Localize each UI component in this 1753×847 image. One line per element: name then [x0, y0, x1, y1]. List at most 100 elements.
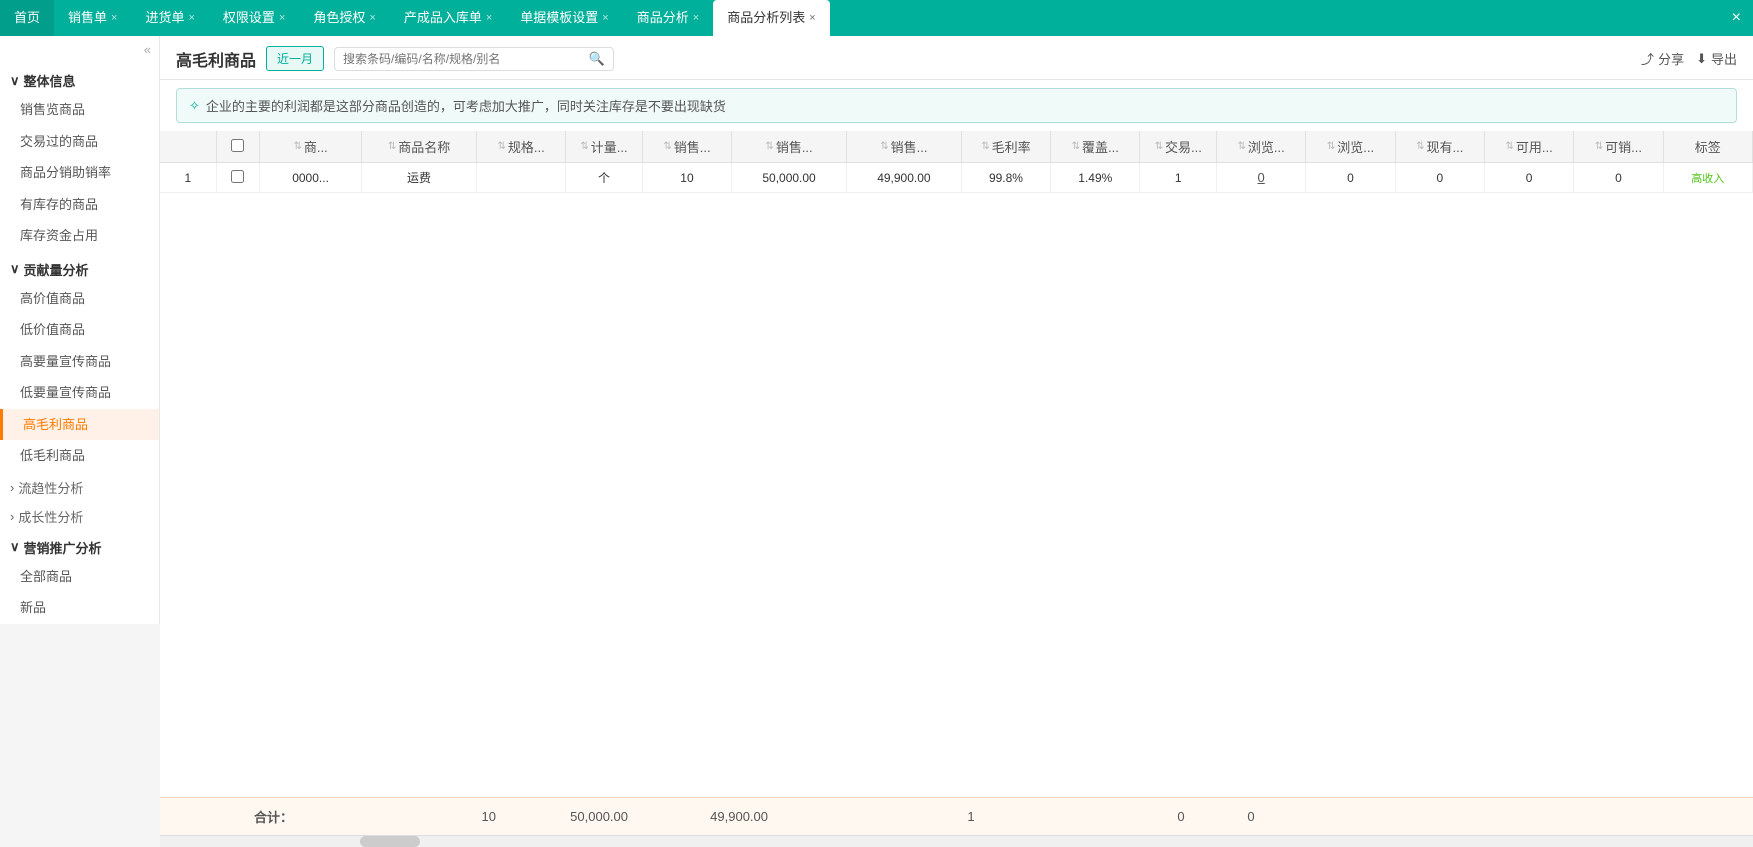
th-sort-icon: ⇅: [293, 141, 301, 152]
sidebar-item-high-margin[interactable]: 高毛利商品: [0, 409, 159, 441]
nav-purchase-order[interactable]: 进货单 ×: [131, 0, 208, 36]
close-purchase-order-icon[interactable]: ×: [188, 0, 194, 36]
chevron-down-icon-2: ∨: [10, 261, 20, 277]
table-footer: 合计： 10 50,000.00 49,900.00 1 0 0: [160, 797, 1753, 835]
th-current-sort-icon: ⇅: [1416, 141, 1424, 152]
sidebar-item-all-goods[interactable]: 全部商品: [0, 561, 159, 593]
nav-finished-goods[interactable]: 产成品入库单 ×: [390, 0, 506, 36]
th-name-sort-icon: ⇅: [388, 141, 396, 152]
nav-analysis-list[interactable]: 商品分析列表 ×: [713, 0, 829, 36]
cell-browse2: 0: [1306, 163, 1395, 193]
th-spec[interactable]: ⇅ 规格...: [476, 131, 565, 163]
cell-coverage: 1.49%: [1051, 163, 1140, 193]
search-input[interactable]: [343, 52, 589, 66]
nav-template-settings[interactable]: 单据模板设置 ×: [506, 0, 622, 36]
cell-checkbox[interactable]: [216, 163, 259, 193]
footer-qty: 10: [396, 809, 496, 824]
chevron-right-icon: ›: [10, 480, 14, 495]
sidebar-item-low-margin[interactable]: 低毛利商品: [0, 440, 159, 472]
search-icon[interactable]: 🔍: [589, 51, 605, 67]
share-button[interactable]: ⤴ 分享: [1641, 49, 1684, 68]
sidebar-group-growth[interactable]: › 成长性分析: [0, 501, 159, 530]
browse1-link[interactable]: 0: [1258, 170, 1265, 185]
th-browse2-sort-icon: ⇅: [1327, 141, 1335, 152]
sidebar-wrapper: « ∨ 整体信息 销售览商品 交易过的商品 商品分销助销率 有库存的商品 库存资…: [0, 36, 160, 847]
th-browse1[interactable]: ⇅ 浏览...: [1217, 131, 1306, 163]
export-button[interactable]: ⬇ 导出: [1696, 49, 1737, 68]
th-available[interactable]: ⇅ 可用...: [1484, 131, 1573, 163]
sidebar-item-sales-assist[interactable]: 商品分销助销率: [0, 157, 159, 189]
cell-tag: 高收入: [1663, 163, 1752, 193]
table-container[interactable]: ⇅ 商... ⇅ 商品名称 ⇅: [160, 131, 1753, 797]
th-index: [160, 131, 216, 163]
close-template-icon[interactable]: ×: [602, 0, 608, 36]
footer-current: 0: [1146, 809, 1216, 824]
cell-saleable: 0: [1574, 163, 1663, 193]
sidebar-item-inventory-funds[interactable]: 库存资金占用: [0, 220, 159, 252]
top-nav: 首页 销售单 × 进货单 × 权限设置 × 角色授权 × 产成品入库单 × 单据…: [0, 0, 1753, 36]
close-sales-order-icon[interactable]: ×: [111, 0, 117, 36]
close-role-auth-icon[interactable]: ×: [369, 0, 375, 36]
th-gross-rate[interactable]: ⇅ 毛利率: [961, 131, 1050, 163]
content-area: 高毛利商品 近一月 🔍 ⤴ 分享 ⬇ 导出 ✧ 企业的主要的利润都是这部分商品创…: [160, 36, 1753, 847]
footer-available: 0: [1216, 809, 1286, 824]
cell-sales-profit: 49,900.00: [846, 163, 961, 193]
th-sales-amt[interactable]: ⇅ 销售...: [732, 131, 847, 163]
th-coverage-sort-icon: ⇅: [1072, 141, 1080, 152]
sidebar-group-trend[interactable]: › 流趋性分析: [0, 472, 159, 501]
th-unit[interactable]: ⇅ 计量...: [566, 131, 643, 163]
th-sales-profit[interactable]: ⇅ 销售...: [846, 131, 961, 163]
nav-product-analysis[interactable]: 商品分析 ×: [623, 0, 713, 36]
th-avail-sort-icon: ⇅: [1505, 141, 1513, 152]
th-checkbox[interactable]: [216, 131, 259, 163]
sidebar-collapse-button[interactable]: «: [144, 42, 151, 57]
sidebar-group-contribution[interactable]: ∨ 贡献量分析: [0, 252, 159, 283]
th-saleable[interactable]: ⇅ 可销...: [1574, 131, 1663, 163]
close-product-analysis-icon[interactable]: ×: [693, 0, 699, 36]
sidebar-item-low-demand[interactable]: 低要量宣传商品: [0, 377, 159, 409]
close-analysis-list-icon[interactable]: ×: [809, 0, 815, 36]
th-browse2[interactable]: ⇅ 浏览...: [1306, 131, 1395, 163]
th-trade[interactable]: ⇅ 交易...: [1140, 131, 1217, 163]
high-income-tag: 高收入: [1691, 173, 1724, 185]
nav-home[interactable]: 首页: [0, 0, 54, 36]
th-unit-sort-icon: ⇅: [580, 141, 588, 152]
sidebar-item-traded-goods[interactable]: 交易过的商品: [0, 126, 159, 158]
search-box: 🔍: [334, 47, 614, 71]
cell-index: 1: [160, 163, 216, 193]
row-checkbox[interactable]: [231, 170, 244, 183]
sidebar-item-new-goods[interactable]: 新品: [0, 592, 159, 624]
th-code[interactable]: ⇅ 商...: [260, 131, 362, 163]
cell-code: 0000...: [260, 163, 362, 193]
cell-spec: [476, 163, 565, 193]
nav-sales-order[interactable]: 销售单 ×: [54, 0, 131, 36]
sidebar-group-marketing[interactable]: ∨ 营销推广分析: [0, 530, 159, 561]
th-coverage[interactable]: ⇅ 覆盖...: [1051, 131, 1140, 163]
th-profit-sort-icon: ⇅: [880, 141, 888, 152]
cell-gross-rate: 99.8%: [961, 163, 1050, 193]
sidebar-item-sales-goods[interactable]: 销售览商品: [0, 94, 159, 126]
horizontal-scrollbar[interactable]: [160, 835, 1753, 847]
th-name[interactable]: ⇅ 商品名称: [362, 131, 477, 163]
cell-sales-amt: 50,000.00: [732, 163, 847, 193]
th-current[interactable]: ⇅ 现有...: [1395, 131, 1484, 163]
nav-role-auth[interactable]: 角色授权 ×: [299, 0, 389, 36]
cell-unit: 个: [566, 163, 643, 193]
filter-last-month-button[interactable]: 近一月: [266, 46, 324, 71]
sidebar-item-low-value[interactable]: 低价值商品: [0, 314, 159, 346]
th-sales-qty[interactable]: ⇅ 销售...: [642, 131, 731, 163]
content-header: 高毛利商品 近一月 🔍 ⤴ 分享 ⬇ 导出: [160, 36, 1753, 80]
sidebar-item-in-stock-goods[interactable]: 有库存的商品: [0, 189, 159, 221]
cell-current: 0: [1395, 163, 1484, 193]
th-qty-sort-icon: ⇅: [663, 141, 671, 152]
nav-permission-settings[interactable]: 权限设置 ×: [209, 0, 299, 36]
close-finished-goods-icon[interactable]: ×: [486, 0, 492, 36]
close-all-button[interactable]: ×: [1732, 9, 1741, 27]
cell-browse1[interactable]: 0: [1217, 163, 1306, 193]
cell-name: 运费: [362, 163, 477, 193]
select-all-checkbox[interactable]: [231, 139, 244, 152]
sidebar-item-high-value[interactable]: 高价值商品: [0, 283, 159, 315]
sidebar-group-overall[interactable]: ∨ 整体信息: [0, 63, 159, 94]
close-permission-icon[interactable]: ×: [279, 0, 285, 36]
sidebar-item-high-demand[interactable]: 高要量宣传商品: [0, 346, 159, 378]
